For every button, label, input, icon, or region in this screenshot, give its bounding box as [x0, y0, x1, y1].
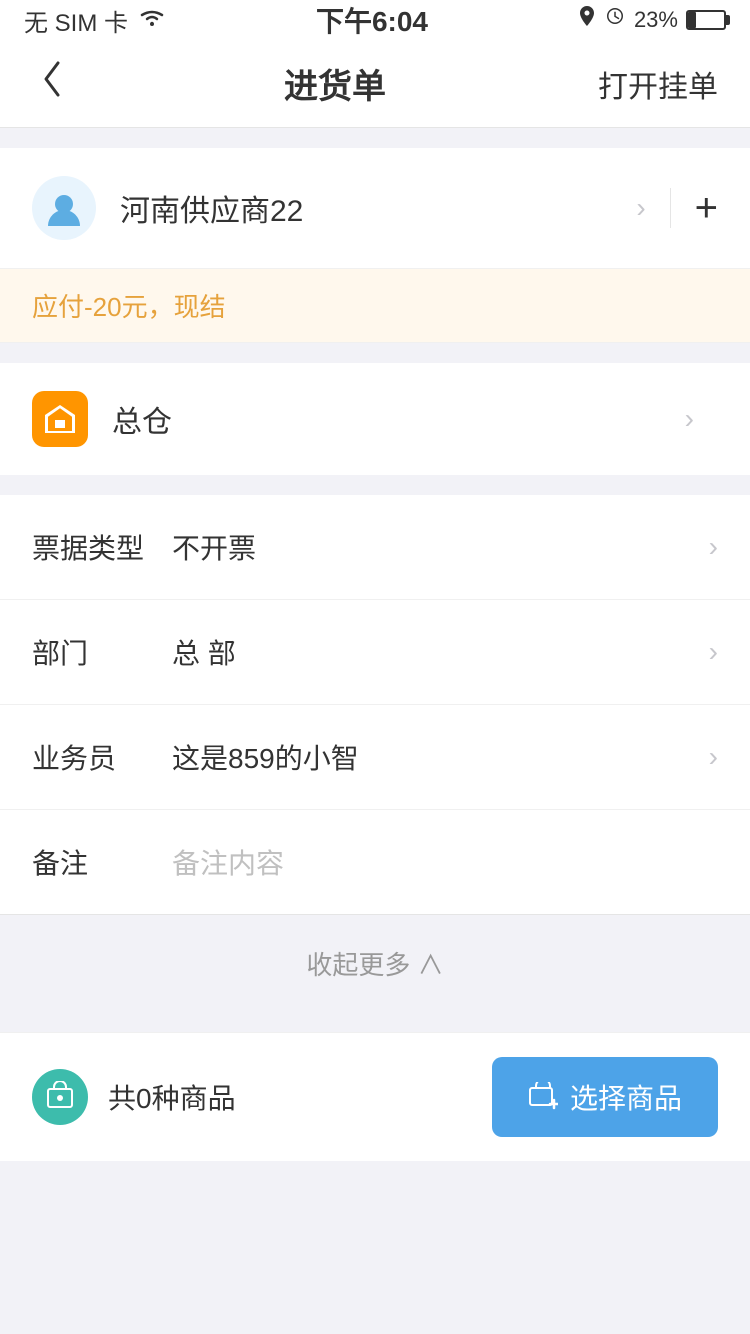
supplier-name: 河南供应商22 — [120, 186, 636, 230]
section-gap-2 — [0, 343, 750, 363]
battery-icon — [686, 10, 726, 30]
salesperson-row[interactable]: 业务员 这是859的小智 › — [0, 704, 750, 809]
wifi-icon — [138, 6, 166, 34]
salesperson-label: 业务员 — [32, 737, 152, 777]
supplier-chevron-icon: › — [636, 192, 645, 224]
invoice-type-chevron-icon: › — [709, 531, 718, 563]
fields-section: 票据类型 不开票 › 部门 总 部 › 业务员 这是859的小智 › 备注 备注… — [0, 495, 750, 1012]
status-bar: 无 SIM 卡 下午6:04 23% — [0, 0, 750, 40]
notice-text: 应付-20元，现结 — [32, 292, 226, 322]
status-left: 无 SIM 卡 — [24, 3, 166, 38]
page-title: 进货单 — [284, 59, 386, 108]
select-product-label: 选择商品 — [570, 1077, 682, 1117]
battery-percent: 23% — [634, 7, 678, 33]
invoice-type-row[interactable]: 票据类型 不开票 › — [0, 495, 750, 599]
supplier-section: 河南供应商22 › + 应付-20元，现结 — [0, 148, 750, 343]
nav-bar: 进货单 打开挂单 — [0, 40, 750, 128]
remark-placeholder: 备注内容 — [152, 842, 718, 882]
location-icon — [578, 6, 596, 34]
status-time: 下午6:04 — [316, 0, 428, 40]
status-right: 23% — [578, 6, 726, 34]
warehouse-icon — [32, 391, 88, 447]
warehouse-chevron-icon: › — [685, 403, 694, 435]
department-chevron-icon: › — [709, 636, 718, 668]
open-pending-button[interactable]: 打开挂单 — [598, 62, 718, 106]
department-row[interactable]: 部门 总 部 › — [0, 599, 750, 704]
select-product-button[interactable]: 选择商品 — [492, 1057, 718, 1137]
department-value: 总 部 — [152, 632, 709, 672]
warehouse-row[interactable]: 总仓 › — [0, 363, 750, 475]
section-gap-1 — [0, 128, 750, 148]
supplier-row[interactable]: 河南供应商22 › + — [0, 148, 750, 269]
add-supplier-button[interactable]: + — [670, 188, 718, 228]
salesperson-value: 这是859的小智 — [152, 737, 709, 777]
section-gap-3 — [0, 475, 750, 495]
department-label: 部门 — [32, 632, 152, 672]
notice-bar: 应付-20元，现结 — [0, 269, 750, 343]
salesperson-chevron-icon: › — [709, 741, 718, 773]
carrier-label: 无 SIM 卡 — [24, 3, 128, 38]
remark-row[interactable]: 备注 备注内容 — [0, 809, 750, 914]
alarm-icon — [604, 6, 626, 34]
warehouse-name: 总仓 — [112, 397, 685, 441]
warehouse-section: 总仓 › — [0, 363, 750, 475]
product-icon — [32, 1069, 88, 1125]
product-bar: 共0种商品 选择商品 — [0, 1032, 750, 1161]
supplier-avatar — [32, 176, 96, 240]
product-count: 共0种商品 — [108, 1077, 492, 1117]
remark-label: 备注 — [32, 842, 152, 882]
collapse-label: 收起更多 ∧ — [306, 950, 443, 980]
invoice-type-label: 票据类型 — [32, 527, 152, 567]
back-button[interactable] — [32, 51, 72, 116]
collapse-bar[interactable]: 收起更多 ∧ — [0, 914, 750, 1012]
invoice-type-value: 不开票 — [152, 527, 709, 567]
select-product-icon — [528, 1082, 558, 1112]
